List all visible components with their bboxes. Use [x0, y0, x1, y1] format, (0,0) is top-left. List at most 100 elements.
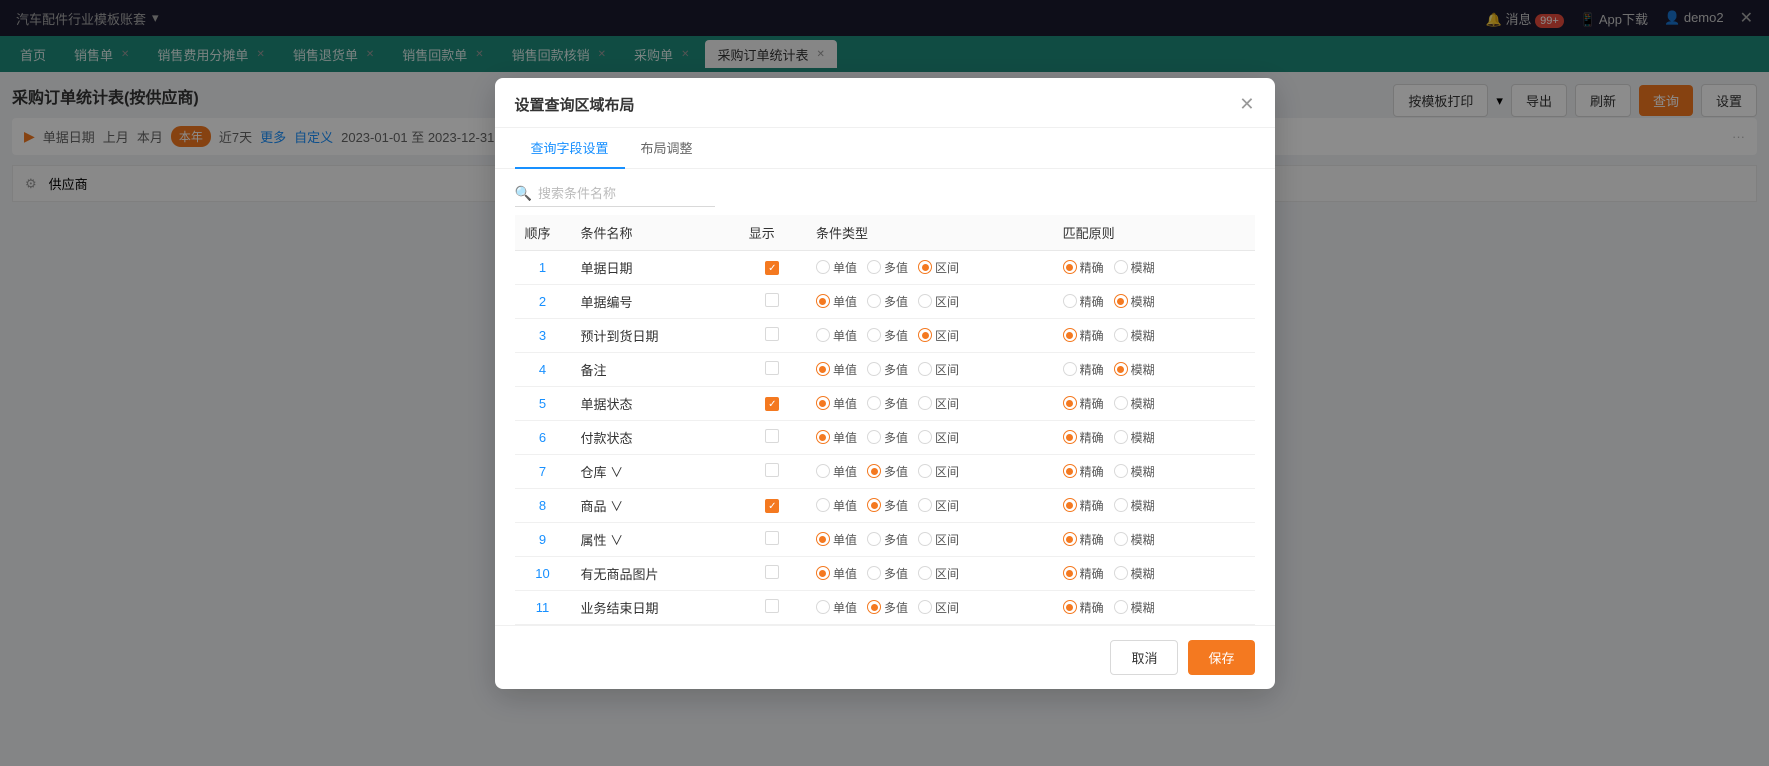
match-radio-精确[interactable]: 精确 — [1063, 259, 1104, 276]
type-radio-区间[interactable]: 区间 — [918, 599, 959, 616]
display-checkbox[interactable] — [765, 261, 779, 275]
match-radio-精确[interactable]: 精确 — [1063, 327, 1104, 344]
match-radio-模糊[interactable]: 模糊 — [1114, 531, 1155, 548]
display-checkbox[interactable] — [765, 463, 779, 477]
match-radio-精确[interactable]: 精确 — [1063, 429, 1104, 446]
match-radio-模糊[interactable]: 模糊 — [1114, 463, 1155, 480]
type-radio-区间[interactable]: 区间 — [918, 293, 959, 310]
save-button[interactable]: 保存 — [1188, 640, 1254, 675]
cell-order: 10 — [515, 556, 571, 590]
type-radio-多值[interactable]: 多值 — [867, 293, 908, 310]
cell-type: 单值多值区间 — [806, 386, 1053, 420]
type-radio-多值[interactable]: 多值 — [867, 259, 908, 276]
type-radio-区间[interactable]: 区间 — [918, 497, 959, 514]
radio-circle — [918, 600, 932, 614]
type-radio-单值[interactable]: 单值 — [816, 429, 857, 446]
type-radio-区间[interactable]: 区间 — [918, 531, 959, 548]
radio-circle — [918, 430, 932, 444]
display-checkbox[interactable] — [765, 293, 779, 307]
type-radio-区间[interactable]: 区间 — [918, 395, 959, 412]
match-radio-精确[interactable]: 精确 — [1063, 463, 1104, 480]
type-radio-单值[interactable]: 单值 — [816, 259, 857, 276]
radio-circle — [918, 396, 932, 410]
match-radio-模糊[interactable]: 模糊 — [1114, 429, 1155, 446]
tab-query-fields[interactable]: 查询字段设置 — [515, 128, 625, 169]
match-radio-模糊[interactable]: 模糊 — [1114, 565, 1155, 582]
type-radio-单值[interactable]: 单值 — [816, 497, 857, 514]
radio-label: 精确 — [1080, 531, 1104, 548]
match-radio-精确[interactable]: 精确 — [1063, 361, 1104, 378]
match-radio-精确[interactable]: 精确 — [1063, 293, 1104, 310]
type-radio-多值[interactable]: 多值 — [867, 531, 908, 548]
radio-circle — [1063, 600, 1077, 614]
type-radio-多值[interactable]: 多值 — [867, 327, 908, 344]
type-radio-多值[interactable]: 多值 — [867, 497, 908, 514]
display-checkbox[interactable] — [765, 361, 779, 375]
type-radio-单值[interactable]: 单值 — [816, 327, 857, 344]
cell-display — [739, 488, 806, 522]
match-radio-精确[interactable]: 精确 — [1063, 531, 1104, 548]
radio-circle — [816, 532, 830, 546]
display-checkbox[interactable] — [765, 327, 779, 341]
radio-circle — [867, 362, 881, 376]
radio-circle — [816, 464, 830, 478]
display-checkbox[interactable] — [765, 397, 779, 411]
cell-type: 单值多值区间 — [806, 318, 1053, 352]
radio-label: 模糊 — [1131, 497, 1155, 514]
type-radio-多值[interactable]: 多值 — [867, 395, 908, 412]
type-radio-区间[interactable]: 区间 — [918, 565, 959, 582]
display-checkbox[interactable] — [765, 499, 779, 513]
type-radio-单值[interactable]: 单值 — [816, 395, 857, 412]
type-radio-区间[interactable]: 区间 — [918, 429, 959, 446]
type-radio-多值[interactable]: 多值 — [867, 429, 908, 446]
radio-circle — [1063, 532, 1077, 546]
display-checkbox[interactable] — [765, 531, 779, 545]
match-radio-精确[interactable]: 精确 — [1063, 395, 1104, 412]
cancel-button[interactable]: 取消 — [1110, 640, 1178, 675]
radio-label: 模糊 — [1131, 599, 1155, 616]
match-radio-模糊[interactable]: 模糊 — [1114, 361, 1155, 378]
match-radio-模糊[interactable]: 模糊 — [1114, 395, 1155, 412]
radio-circle — [1114, 600, 1128, 614]
type-radio-多值[interactable]: 多值 — [867, 361, 908, 378]
cell-name: 商品 ∨ — [571, 488, 739, 522]
display-checkbox[interactable] — [765, 599, 779, 613]
radio-label: 区间 — [935, 565, 959, 582]
type-radio-区间[interactable]: 区间 — [918, 463, 959, 480]
condition-search-input[interactable] — [538, 186, 698, 201]
radio-label: 精确 — [1080, 463, 1104, 480]
match-radio-精确[interactable]: 精确 — [1063, 565, 1104, 582]
match-radio-精确[interactable]: 精确 — [1063, 599, 1104, 616]
match-radio-精确[interactable]: 精确 — [1063, 497, 1104, 514]
match-radio-模糊[interactable]: 模糊 — [1114, 599, 1155, 616]
match-radio-模糊[interactable]: 模糊 — [1114, 497, 1155, 514]
display-checkbox[interactable] — [765, 429, 779, 443]
type-radio-多值[interactable]: 多值 — [867, 463, 908, 480]
type-radio-区间[interactable]: 区间 — [918, 259, 959, 276]
type-radio-单值[interactable]: 单值 — [816, 531, 857, 548]
dialog-footer: 取消 保存 — [495, 625, 1275, 689]
type-radio-单值[interactable]: 单值 — [816, 599, 857, 616]
type-radio-区间[interactable]: 区间 — [918, 361, 959, 378]
type-radio-区间[interactable]: 区间 — [918, 327, 959, 344]
tab-layout-adjust[interactable]: 布局调整 — [625, 128, 709, 169]
radio-circle — [1114, 396, 1128, 410]
cell-name: 业务结束日期 — [571, 590, 739, 624]
display-checkbox[interactable] — [765, 565, 779, 579]
cell-match: 精确 模糊 — [1053, 590, 1255, 624]
radio-circle — [816, 430, 830, 444]
type-radio-单值[interactable]: 单值 — [816, 463, 857, 480]
type-radio-单值[interactable]: 单值 — [816, 293, 857, 310]
cell-type: 单值多值区间 — [806, 420, 1053, 454]
type-radio-多值[interactable]: 多值 — [867, 565, 908, 582]
match-radio-模糊[interactable]: 模糊 — [1114, 327, 1155, 344]
type-radio-单值[interactable]: 单值 — [816, 565, 857, 582]
radio-label: 多值 — [884, 565, 908, 582]
table-row: 9属性 ∨单值多值区间精确模糊 — [515, 522, 1255, 556]
match-radio-模糊[interactable]: 模糊 — [1114, 293, 1155, 310]
match-radio-模糊[interactable]: 模糊 — [1114, 259, 1155, 276]
dialog-close-button[interactable]: ✕ — [1239, 95, 1254, 113]
type-radio-单值[interactable]: 单值 — [816, 361, 857, 378]
type-radio-多值[interactable]: 多值 — [867, 599, 908, 616]
table-row: 5单据状态单值多值区间精确模糊 — [515, 386, 1255, 420]
